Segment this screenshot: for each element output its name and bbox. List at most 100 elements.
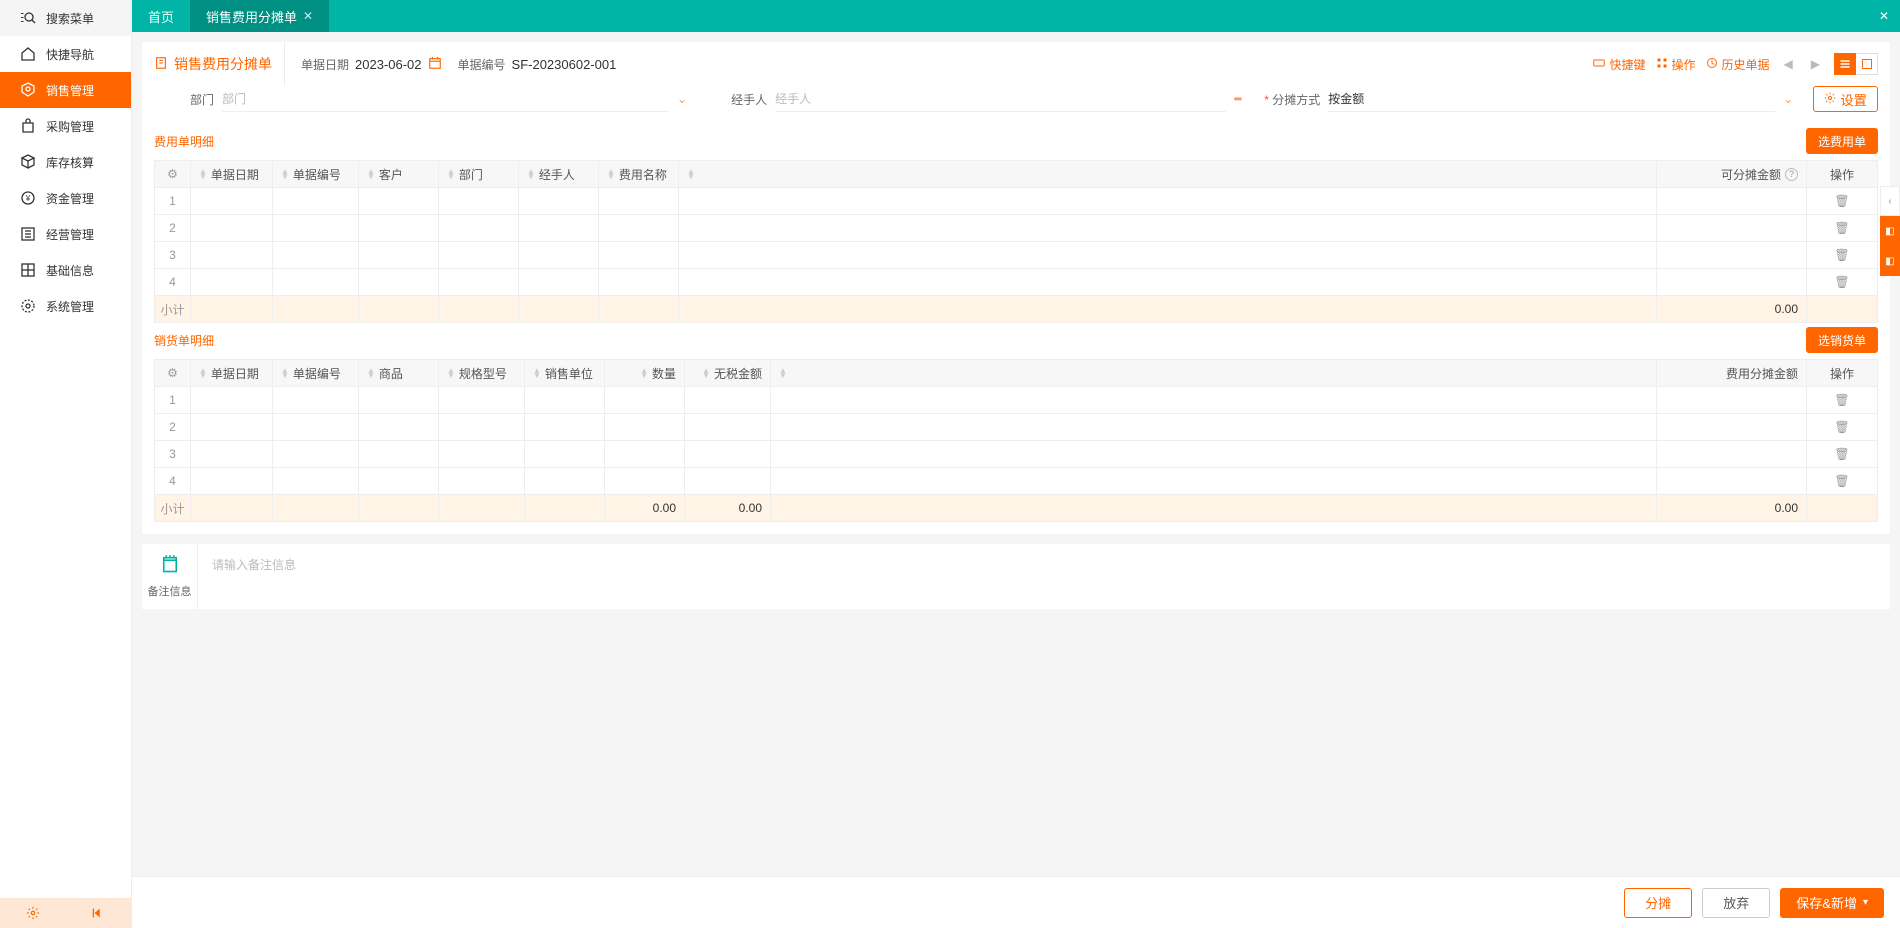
table-row[interactable]: 4🗑: [155, 269, 1877, 296]
method-input[interactable]: [1328, 86, 1775, 112]
chevron-down-icon[interactable]: ⌄: [677, 92, 687, 106]
sort-icon[interactable]: ▲▼: [607, 169, 615, 179]
delete-icon[interactable]: 🗑: [1834, 275, 1849, 289]
subtotal-row: 小计0.000.000.00: [155, 495, 1877, 522]
keyboard-icon: [1593, 57, 1605, 72]
select-fee-bill-button[interactable]: 选费用单: [1806, 128, 1878, 154]
delete-icon[interactable]: 🗑: [1834, 221, 1849, 235]
view-detail-button[interactable]: [1856, 53, 1878, 75]
side-tab-1[interactable]: ◧: [1880, 216, 1900, 246]
sidebar-item-system[interactable]: 系统管理: [0, 288, 131, 324]
gear-icon[interactable]: ⚙: [167, 167, 178, 181]
settings-icon-button[interactable]: [0, 898, 66, 928]
note-icon: [160, 554, 180, 579]
shortcut-link[interactable]: 快捷键: [1593, 56, 1645, 73]
sort-icon[interactable]: ▲▼: [367, 368, 375, 378]
table-row[interactable]: 1🗑: [155, 387, 1877, 414]
dept-label: 部门: [154, 91, 214, 108]
handler-input[interactable]: [775, 86, 1226, 112]
prev-record-button[interactable]: ◀: [1780, 57, 1797, 71]
sort-icon[interactable]: ▲▼: [281, 169, 289, 179]
select-sale-bill-button[interactable]: 选销货单: [1806, 327, 1878, 353]
sale-table: ⚙ ▲▼单据日期 ▲▼单据编号 ▲▼商品 ▲▼规格型号 ▲▼销售单位 ▲▼数量 …: [154, 359, 1878, 522]
box-icon: [20, 154, 36, 170]
sidebar-item-label: 系统管理: [46, 298, 94, 315]
table-row[interactable]: 2🗑: [155, 215, 1877, 242]
side-tab-2[interactable]: ◧: [1880, 246, 1900, 276]
main: 首页 销售费用分摊单 ✕ ✕ 销售费用分摊单: [132, 0, 1900, 928]
sort-icon[interactable]: ▲▼: [199, 169, 207, 179]
sidebar-item-basic[interactable]: 基础信息: [0, 252, 131, 288]
close-all-tabs-button[interactable]: ✕: [1868, 0, 1900, 32]
sort-icon[interactable]: ▲▼: [281, 368, 289, 378]
table-row[interactable]: 1🗑: [155, 188, 1877, 215]
close-icon[interactable]: ✕: [303, 9, 313, 23]
list-icon: [20, 226, 36, 242]
delete-icon[interactable]: 🗑: [1834, 248, 1849, 262]
gear-icon[interactable]: ⚙: [167, 366, 178, 380]
delete-icon[interactable]: 🗑: [1834, 474, 1849, 488]
bag-icon: [20, 118, 36, 134]
collapse-icon-button[interactable]: [66, 898, 132, 928]
chevron-down-icon[interactable]: ⌄: [1783, 92, 1793, 106]
sort-icon[interactable]: ▲▼: [702, 368, 710, 378]
next-record-button[interactable]: ▶: [1807, 57, 1824, 71]
code-value: SF-20230602-001: [512, 57, 617, 72]
sidebar-item-funds[interactable]: ¥ 资金管理: [0, 180, 131, 216]
table-row[interactable]: 3🗑: [155, 441, 1877, 468]
page-header-card: 销售费用分摊单 单据日期 2023-06-02 单据编号 SF-20230602…: [142, 42, 1890, 534]
sidebar-item-business[interactable]: 经营管理: [0, 216, 131, 252]
sort-icon[interactable]: ▲▼: [199, 368, 207, 378]
sort-icon[interactable]: ▲▼: [533, 368, 541, 378]
sidebar-item-purchase[interactable]: 采购管理: [0, 108, 131, 144]
delete-icon[interactable]: 🗑: [1834, 447, 1849, 461]
tab-label: 销售费用分摊单: [206, 7, 297, 26]
dept-input[interactable]: [222, 86, 669, 112]
settings-button[interactable]: 设置: [1813, 86, 1878, 112]
help-icon[interactable]: ?: [1785, 168, 1798, 181]
tab-home[interactable]: 首页: [132, 0, 190, 32]
sidebar-item-sales[interactable]: 销售管理: [0, 72, 131, 108]
sort-icon[interactable]: ▲▼: [640, 368, 648, 378]
delete-icon[interactable]: 🗑: [1834, 194, 1849, 208]
sort-icon[interactable]: ▲▼: [527, 169, 535, 179]
sidebar-item-search[interactable]: 搜索菜单: [0, 0, 131, 36]
view-list-button[interactable]: [1834, 53, 1856, 75]
table-row[interactable]: 4🗑: [155, 468, 1877, 495]
sort-icon[interactable]: ▲▼: [447, 169, 455, 179]
save-new-button[interactable]: 保存&新增 ▾: [1780, 888, 1884, 918]
remarks-tab[interactable]: 备注信息: [142, 544, 198, 609]
delete-icon[interactable]: 🗑: [1834, 420, 1849, 434]
operations-link[interactable]: 操作: [1656, 56, 1696, 73]
document-icon: [154, 56, 168, 73]
sidebar-item-label: 快捷导航: [46, 46, 94, 63]
discard-button[interactable]: 放弃: [1702, 888, 1770, 918]
delete-icon[interactable]: 🗑: [1834, 393, 1849, 407]
sidebar-item-label: 库存核算: [46, 154, 94, 171]
fee-table: ⚙ ▲▼单据日期 ▲▼单据编号 ▲▼客户 ▲▼部门 ▲▼经手人 ▲▼费用名称 ▲…: [154, 160, 1878, 323]
tab-bar: 首页 销售费用分摊单 ✕ ✕: [132, 0, 1900, 32]
sidebar-footer: [0, 898, 131, 928]
tab-sales-fee-allocation[interactable]: 销售费用分摊单 ✕: [190, 0, 329, 32]
sort-icon[interactable]: ▲▼: [367, 169, 375, 179]
history-link[interactable]: 历史单据: [1706, 56, 1770, 73]
sidebar-item-quicknav[interactable]: 快捷导航: [0, 36, 131, 72]
lookup-icon[interactable]: •••: [1234, 92, 1241, 106]
grid-small-icon: [1656, 57, 1668, 72]
table-row[interactable]: 3🗑: [155, 242, 1877, 269]
side-tab-expand[interactable]: ‹: [1880, 186, 1900, 216]
sidebar-item-label: 资金管理: [46, 190, 94, 207]
sidebar-item-inventory[interactable]: 库存核算: [0, 144, 131, 180]
table-row[interactable]: 2🗑: [155, 414, 1877, 441]
remarks-input[interactable]: [212, 558, 1876, 572]
handler-label: 经手人: [707, 91, 767, 108]
allocate-button[interactable]: 分摊: [1624, 888, 1692, 918]
side-tabs: ‹ ◧ ◧: [1880, 186, 1900, 276]
date-value[interactable]: 2023-06-02: [355, 57, 422, 72]
sort-icon[interactable]: ▲▼: [687, 169, 695, 179]
sort-icon[interactable]: ▲▼: [447, 368, 455, 378]
sort-icon[interactable]: ▲▼: [779, 368, 787, 378]
calendar-icon[interactable]: [428, 56, 442, 73]
gear-dashed-icon: [20, 298, 36, 314]
history-icon: [1706, 57, 1718, 72]
